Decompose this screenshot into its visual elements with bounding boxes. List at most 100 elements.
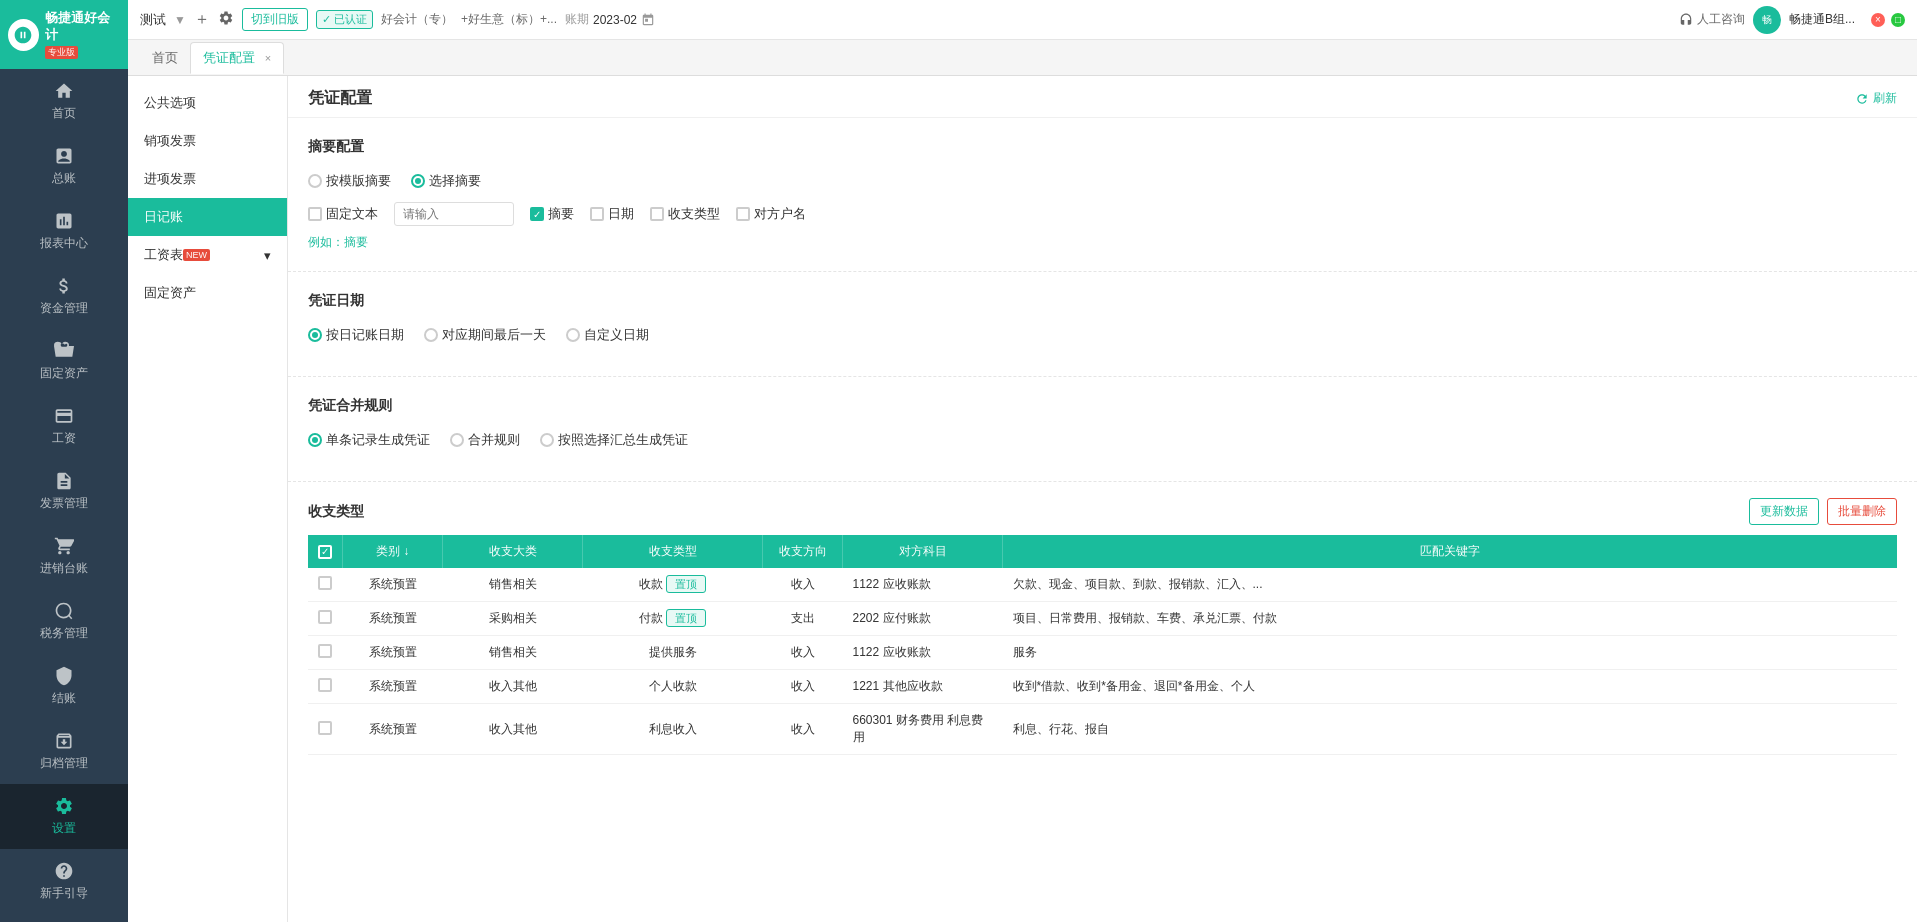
- sidebar-item-closeaccount[interactable]: 结账: [0, 654, 128, 719]
- income-section: 收支类型 更新数据 批量删除 ✓ 类别 ↓ 收支大类: [288, 482, 1917, 775]
- table-header-type: 收支类型: [583, 535, 763, 568]
- update-data-button[interactable]: 更新数据: [1749, 498, 1819, 525]
- radio-circle-single: [308, 433, 322, 447]
- sidebar-item-guide[interactable]: 新手引导: [0, 849, 128, 914]
- checkbox-box-income-type: [650, 207, 664, 221]
- radio-circle-select: [411, 174, 425, 188]
- merge-section-title: 凭证合并规则: [308, 397, 1897, 415]
- left-panel-item-purchase-invoice[interactable]: 进项发票: [128, 160, 287, 198]
- table-header-category: 类别 ↓: [343, 535, 443, 568]
- radio-custom-date[interactable]: 自定义日期: [566, 326, 649, 344]
- date-radio-group: 按日记账日期 对应期间最后一天 自定义日期: [308, 326, 1897, 344]
- sidebar-item-invoice[interactable]: 发票管理: [0, 459, 128, 524]
- radio-single-record[interactable]: 单条记录生成凭证: [308, 431, 430, 449]
- left-panel-item-fixed-asset[interactable]: 固定资产: [128, 274, 287, 312]
- topbar-dropdown-arrow[interactable]: ▼: [174, 13, 186, 27]
- table-row: 系统预置采购相关付款 置顶支出2202 应付账款项目、日常费用、报销款、车费、承…: [308, 602, 1897, 636]
- radio-diary-date[interactable]: 按日记账日期: [308, 326, 404, 344]
- left-panel-item-diary[interactable]: 日记账: [128, 198, 287, 236]
- sidebar-item-report[interactable]: 报表中心: [0, 199, 128, 264]
- left-panel: 公共选项 销项发票 进项发票 日记账 工资表 NEW ▾ 固定资产: [128, 76, 288, 922]
- radio-summary-generate[interactable]: 按照选择汇总生成凭证: [540, 431, 688, 449]
- sidebar-item-asset[interactable]: 固定资产: [0, 329, 128, 394]
- fixed-text-input[interactable]: [394, 202, 514, 226]
- checkbox-date[interactable]: 日期: [590, 205, 634, 223]
- refresh-button[interactable]: 刷新: [1855, 90, 1897, 107]
- table-row: 系统预置销售相关提供服务收入1122 应收账款服务: [308, 636, 1897, 670]
- table-header-keyword: 匹配关键字: [1003, 535, 1898, 568]
- checkbox-counterpart-name[interactable]: 对方户名: [736, 205, 806, 223]
- logo-icon: [8, 19, 39, 51]
- table-select-all-checkbox[interactable]: ✓: [318, 545, 332, 559]
- topbar-title: 测试: [140, 11, 166, 29]
- checkbox-fixed-text[interactable]: 固定文本: [308, 205, 378, 223]
- tab-close-icon[interactable]: ×: [265, 52, 271, 64]
- checkbox-income-type[interactable]: 收支类型: [650, 205, 720, 223]
- new-badge: NEW: [183, 249, 210, 261]
- radio-period-last-day[interactable]: 对应期间最后一天: [424, 326, 546, 344]
- sidebar-item-ledger[interactable]: 总账: [0, 134, 128, 199]
- tab-bar: 首页 凭证配置 ×: [128, 40, 1917, 76]
- summary-radio-group: 按模版摘要 选择摘要: [308, 172, 1897, 190]
- checkbox-summary[interactable]: ✓ 摘要: [530, 205, 574, 223]
- window-maximize-button[interactable]: □: [1891, 13, 1905, 27]
- merge-section: 凭证合并规则 单条记录生成凭证 合并规则 按照选择汇总生成凭证: [288, 377, 1917, 482]
- switch-version-button[interactable]: 切到旧版: [242, 8, 308, 31]
- content-wrapper: 公共选项 销项发票 进项发票 日记账 工资表 NEW ▾ 固定资产: [128, 76, 1917, 922]
- sidebar-item-archive[interactable]: 归档管理: [0, 719, 128, 784]
- tab-home[interactable]: 首页: [140, 43, 190, 73]
- left-panel-item-salary[interactable]: 工资表 NEW ▾: [128, 236, 287, 274]
- table-row: 系统预置收入其他利息收入收入660301 财务费用 利息费用利息、行花、报自: [308, 704, 1897, 755]
- income-table: ✓ 类别 ↓ 收支大类 收支类型 收支方向 对方科目 匹配关键字 系: [308, 535, 1897, 755]
- sidebar-item-tax[interactable]: 税务管理: [0, 589, 128, 654]
- topbar-add-button[interactable]: ＋: [194, 9, 210, 30]
- income-section-title: 收支类型: [308, 503, 1741, 521]
- table-row: 系统预置销售相关收款 置顶收入1122 应收账款欠款、现金、项目款、到款、报销款…: [308, 568, 1897, 602]
- left-panel-item-sales-invoice[interactable]: 销项发票: [128, 122, 287, 160]
- window-controls: × □: [1871, 13, 1905, 27]
- radio-template-summary[interactable]: 按模版摘要: [308, 172, 391, 190]
- reset-tag-0[interactable]: 置顶: [666, 575, 706, 593]
- topbar: 测试 ▼ ＋ 切到旧版 ✓ 已认证 好会计（专） +好生意（标）+... 账期 …: [128, 0, 1917, 40]
- radio-circle-last-day: [424, 328, 438, 342]
- row-checkbox-1[interactable]: [318, 610, 332, 624]
- row-checkbox-0[interactable]: [318, 576, 332, 590]
- sidebar-item-settings[interactable]: 设置: [0, 784, 128, 849]
- sidebar: 畅捷通好会计 专业版 首页 总账 报表中心 资金管理 固定资产 工资: [0, 0, 128, 922]
- sidebar-item-fund[interactable]: 资金管理: [0, 264, 128, 329]
- checkbox-box-summary: ✓: [530, 207, 544, 221]
- table-header-row: 收支类型 更新数据 批量删除: [308, 482, 1897, 525]
- row-checkbox-3[interactable]: [318, 678, 332, 692]
- radio-circle-summary-gen: [540, 433, 554, 447]
- radio-circle-template: [308, 174, 322, 188]
- date-section-title: 凭证日期: [308, 292, 1897, 310]
- sidebar-item-home[interactable]: 首页: [0, 69, 128, 134]
- reset-tag-1[interactable]: 置顶: [666, 609, 706, 627]
- example-text: 例如：摘要: [308, 234, 1897, 251]
- service-button[interactable]: 人工咨询: [1679, 11, 1745, 28]
- logo-text: 畅捷通好会计 专业版: [45, 10, 120, 59]
- business-tag: +好生意（标）+...: [461, 11, 557, 28]
- table-header-major: 收支大类: [443, 535, 583, 568]
- app-logo: 畅捷通好会计 专业版: [0, 0, 128, 69]
- page-header: 凭证配置 刷新: [288, 76, 1917, 118]
- topbar-right: 人工咨询 畅 畅捷通B组... × □: [1679, 6, 1905, 34]
- row-checkbox-2[interactable]: [318, 644, 332, 658]
- certified-tag: ✓ 已认证: [316, 10, 373, 29]
- summary-checkbox-row: 固定文本 ✓ 摘要 日期 收支类型: [308, 202, 1897, 226]
- checkbox-box-fixed: [308, 207, 322, 221]
- username-display: 畅捷通B组...: [1789, 11, 1855, 28]
- radio-merge-rule[interactable]: 合并规则: [450, 431, 520, 449]
- tab-voucher-config[interactable]: 凭证配置 ×: [190, 42, 284, 74]
- table-header-checkbox: ✓: [308, 535, 343, 568]
- batch-delete-button[interactable]: 批量删除: [1827, 498, 1897, 525]
- sidebar-item-salary[interactable]: 工资: [0, 394, 128, 459]
- topbar-settings-icon[interactable]: [218, 10, 234, 29]
- row-checkbox-4[interactable]: [318, 721, 332, 735]
- left-panel-item-public[interactable]: 公共选项: [128, 84, 287, 122]
- sidebar-item-purchase[interactable]: 进销台账: [0, 524, 128, 589]
- window-close-button[interactable]: ×: [1871, 13, 1885, 27]
- good-accounting-tag: 好会计（专）: [381, 11, 453, 28]
- sidebar-item-member[interactable]: 畅会员: [0, 914, 128, 922]
- radio-select-summary[interactable]: 选择摘要: [411, 172, 481, 190]
